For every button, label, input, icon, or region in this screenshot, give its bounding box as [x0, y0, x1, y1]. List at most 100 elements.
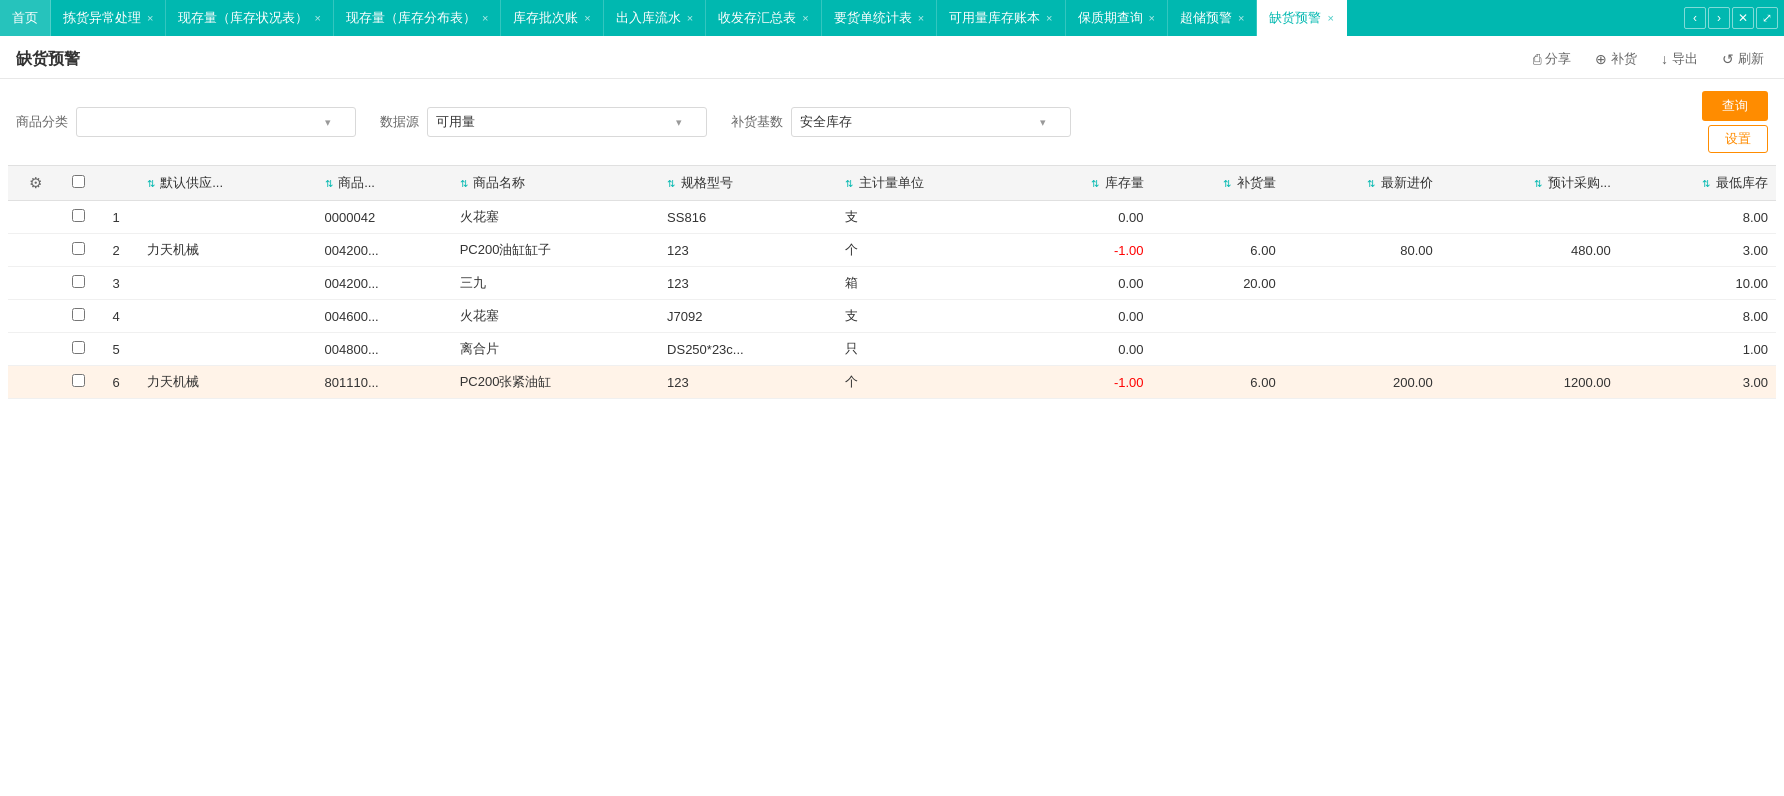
- export-button[interactable]: ↓ 导出: [1657, 48, 1702, 70]
- row-replenish-qty: [1152, 201, 1284, 234]
- close-tab-inventory-status[interactable]: ×: [314, 12, 320, 24]
- datasource-select[interactable]: 可用量 ▾: [427, 107, 707, 137]
- nav-tab-inout-flow[interactable]: 出入库流水 ×: [604, 0, 706, 36]
- nav-tab-home[interactable]: 首页: [0, 0, 51, 36]
- row-checkbox-cell[interactable]: [64, 267, 94, 300]
- nav-prev-button[interactable]: ‹: [1684, 7, 1706, 29]
- row-number: 2: [94, 234, 139, 267]
- category-select[interactable]: ▾: [76, 107, 356, 137]
- row-product-name: 火花塞: [452, 201, 659, 234]
- header-actions: ⎙ 分享 ⊕ 补货 ↓ 导出 ↺ 刷新: [1529, 48, 1768, 70]
- close-tab-overstock-warn[interactable]: ×: [1238, 12, 1244, 24]
- row-number: 1: [94, 201, 139, 234]
- row-gear-cell: [8, 234, 64, 267]
- replenish-base-value: 安全库存: [800, 113, 852, 131]
- close-tab-receive-summary[interactable]: ×: [802, 12, 808, 24]
- row-checkbox[interactable]: [72, 374, 85, 387]
- nav-next-button[interactable]: ›: [1708, 7, 1730, 29]
- close-tab-shortage-warn[interactable]: ×: [1327, 12, 1333, 24]
- table-row: 1 0000042 火花塞 SS816 支 0.00 8.00: [8, 201, 1776, 234]
- row-checkbox-cell[interactable]: [64, 201, 94, 234]
- refresh-button[interactable]: ↺ 刷新: [1718, 48, 1768, 70]
- nav-tab-available-ledger[interactable]: 可用量库存账本 ×: [937, 0, 1065, 36]
- row-number: 6: [94, 366, 139, 399]
- close-tab-inventory-dist[interactable]: ×: [482, 12, 488, 24]
- row-latest-price: 200.00: [1284, 366, 1441, 399]
- sort-icon-replenish: ⇅: [1223, 178, 1231, 189]
- nav-tab-overstock-warn[interactable]: 超储预警 ×: [1168, 0, 1257, 36]
- share-icon: ⎙: [1533, 51, 1541, 67]
- col-product-name[interactable]: ⇅ 商品名称: [452, 166, 659, 201]
- nav-tab-receive-summary[interactable]: 收发存汇总表 ×: [706, 0, 821, 36]
- row-replenish-qty: [1152, 300, 1284, 333]
- row-spec: J7092: [659, 300, 837, 333]
- col-gear[interactable]: ⚙: [8, 166, 64, 201]
- nav-tab-inventory-status[interactable]: 现存量（库存状况表） ×: [166, 0, 333, 36]
- nav-tab-expiry-query[interactable]: 保质期查询 ×: [1066, 0, 1168, 36]
- row-estimated-purchase: [1441, 300, 1619, 333]
- replenish-button[interactable]: ⊕ 补货: [1591, 48, 1641, 70]
- row-supplier: 力天机械: [139, 234, 317, 267]
- share-button[interactable]: ⎙ 分享: [1529, 48, 1575, 70]
- row-checkbox[interactable]: [72, 242, 85, 255]
- close-tab-demand-stat[interactable]: ×: [918, 12, 924, 24]
- row-checkbox[interactable]: [72, 341, 85, 354]
- replenish-icon: ⊕: [1595, 51, 1607, 67]
- row-min-stock: 3.00: [1619, 234, 1776, 267]
- nav-tab-batch-account[interactable]: 库存批次账 ×: [501, 0, 603, 36]
- row-checkbox-cell[interactable]: [64, 300, 94, 333]
- col-unit[interactable]: ⇅ 主计量单位: [837, 166, 1019, 201]
- gear-icon[interactable]: ⚙: [29, 174, 42, 191]
- close-tab-inout-flow[interactable]: ×: [687, 12, 693, 24]
- close-tab-expiry-query[interactable]: ×: [1149, 12, 1155, 24]
- table-row: 2 力天机械 004200... PC200油缸缸子 123 个 -1.00 6…: [8, 234, 1776, 267]
- close-tab-available-ledger[interactable]: ×: [1046, 12, 1052, 24]
- sort-icon-supplier: ⇅: [147, 178, 155, 189]
- row-stock-qty: 0.00: [1019, 333, 1151, 366]
- nav-tab-shortage-warn[interactable]: 缺货预警 ×: [1257, 0, 1346, 36]
- category-label: 商品分类: [16, 113, 68, 131]
- col-product-code[interactable]: ⇅ 商品...: [317, 166, 452, 201]
- nav-tab-demand-stat[interactable]: 要货单统计表 ×: [822, 0, 937, 36]
- row-stock-qty: -1.00: [1019, 366, 1151, 399]
- col-replenish-qty[interactable]: ⇅ 补货量: [1152, 166, 1284, 201]
- nav-tab-inventory-dist[interactable]: 现存量（库存分布表） ×: [334, 0, 501, 36]
- close-tab-batch-account[interactable]: ×: [584, 12, 590, 24]
- col-default-supplier[interactable]: ⇅ 默认供应...: [139, 166, 317, 201]
- row-unit: 个: [837, 234, 1019, 267]
- col-min-stock[interactable]: ⇅ 最低库存: [1619, 166, 1776, 201]
- col-checkbox-all[interactable]: [64, 166, 94, 201]
- sort-icon-name: ⇅: [460, 178, 468, 189]
- row-supplier: [139, 300, 317, 333]
- select-all-checkbox[interactable]: [72, 175, 85, 188]
- col-spec[interactable]: ⇅ 规格型号: [659, 166, 837, 201]
- nav-close-button[interactable]: ✕: [1732, 7, 1754, 29]
- nav-expand-button[interactable]: ⤢: [1756, 7, 1778, 29]
- row-replenish-qty: 6.00: [1152, 234, 1284, 267]
- replenish-base-select[interactable]: 安全库存 ▾: [791, 107, 1071, 137]
- query-button[interactable]: 查询: [1702, 91, 1768, 121]
- row-gear-cell: [8, 366, 64, 399]
- row-checkbox-cell[interactable]: [64, 333, 94, 366]
- shortage-table: ⚙ ⇅ 默认供应... ⇅ 商品... ⇅: [8, 165, 1776, 399]
- row-latest-price: [1284, 300, 1441, 333]
- row-checkbox-cell[interactable]: [64, 234, 94, 267]
- col-stock-qty[interactable]: ⇅ 库存量: [1019, 166, 1151, 201]
- col-estimated-purchase[interactable]: ⇅ 预计采购...: [1441, 166, 1619, 201]
- row-checkbox[interactable]: [72, 275, 85, 288]
- settings-button[interactable]: 设置: [1708, 125, 1768, 153]
- row-product-code: 004600...: [317, 300, 452, 333]
- row-estimated-purchase: [1441, 333, 1619, 366]
- row-unit: 支: [837, 300, 1019, 333]
- nav-tab-exception[interactable]: 拣货异常处理 ×: [51, 0, 166, 36]
- table-body: 1 0000042 火花塞 SS816 支 0.00 8.00 2 力天机械 0…: [8, 201, 1776, 399]
- datasource-value: 可用量: [436, 113, 475, 131]
- row-checkbox-cell[interactable]: [64, 366, 94, 399]
- col-latest-price[interactable]: ⇅ 最新进价: [1284, 166, 1441, 201]
- row-min-stock: 1.00: [1619, 333, 1776, 366]
- row-checkbox[interactable]: [72, 308, 85, 321]
- row-checkbox[interactable]: [72, 209, 85, 222]
- close-tab-exception[interactable]: ×: [147, 12, 153, 24]
- row-product-code: 004800...: [317, 333, 452, 366]
- row-replenish-qty: 20.00: [1152, 267, 1284, 300]
